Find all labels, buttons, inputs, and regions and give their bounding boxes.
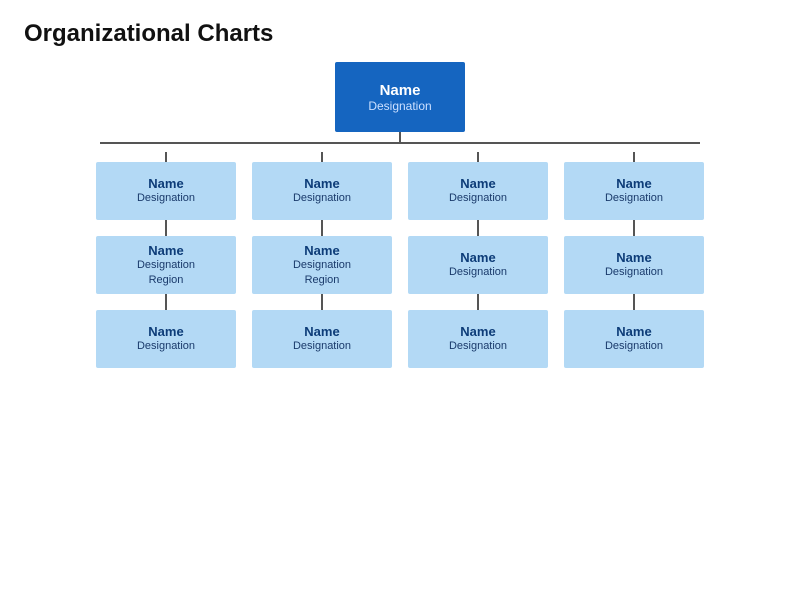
vline-col1-l2-l3 bbox=[165, 294, 167, 310]
col1-level1-box: Name Designation bbox=[96, 162, 236, 220]
top-connector bbox=[90, 132, 710, 152]
col3-l1-name: Name bbox=[460, 176, 495, 191]
page-title: Organizational Charts bbox=[24, 20, 776, 48]
drop-line-col4 bbox=[633, 152, 635, 162]
col4-level2-box: Name Designation bbox=[564, 236, 704, 294]
col2-l2-desig: Designation Region bbox=[293, 258, 351, 287]
column-1: Name Designation Name Designation Region… bbox=[96, 152, 236, 368]
column-3: Name Designation Name Designation Name D… bbox=[408, 152, 548, 368]
col2-l1-name: Name bbox=[304, 176, 339, 191]
vline-col3-l2-l3 bbox=[477, 294, 479, 310]
col4-l2-name: Name bbox=[616, 250, 651, 265]
level1-row: Name Designation Name Designation Region… bbox=[90, 152, 710, 368]
column-4: Name Designation Name Designation Name D… bbox=[564, 152, 704, 368]
col1-level2-box: Name Designation Region bbox=[96, 236, 236, 294]
col3-l3-name: Name bbox=[460, 324, 495, 339]
col3-l2-name: Name bbox=[460, 250, 495, 265]
col2-l3-desig: Designation bbox=[293, 339, 351, 353]
col2-level3-box: Name Designation bbox=[252, 310, 392, 368]
col2-level1-box: Name Designation bbox=[252, 162, 392, 220]
root-box: Name Designation bbox=[335, 62, 465, 132]
vline-col4-l2-l3 bbox=[633, 294, 635, 310]
org-chart: Name Designation Name Designation Name D… bbox=[24, 62, 776, 368]
col1-l1-name: Name bbox=[148, 176, 183, 191]
col2-level2-box: Name Designation Region bbox=[252, 236, 392, 294]
col1-l2-name: Name bbox=[148, 243, 183, 258]
col3-level2-box: Name Designation bbox=[408, 236, 548, 294]
col2-l1-desig: Designation bbox=[293, 191, 351, 205]
col1-l3-desig: Designation bbox=[137, 339, 195, 353]
col1-l2-desig: Designation Region bbox=[137, 258, 195, 287]
drop-line-col3 bbox=[477, 152, 479, 162]
col1-l1-desig: Designation bbox=[137, 191, 195, 205]
col3-level3-box: Name Designation bbox=[408, 310, 548, 368]
vline-col4-l1-l2 bbox=[633, 220, 635, 236]
col4-level1-box: Name Designation bbox=[564, 162, 704, 220]
column-2: Name Designation Name Designation Region… bbox=[252, 152, 392, 368]
col4-l1-name: Name bbox=[616, 176, 651, 191]
col3-level1-box: Name Designation bbox=[408, 162, 548, 220]
col4-level3-box: Name Designation bbox=[564, 310, 704, 368]
col2-l3-name: Name bbox=[304, 324, 339, 339]
col4-l1-desig: Designation bbox=[605, 191, 663, 205]
col1-l3-name: Name bbox=[148, 324, 183, 339]
drop-line-col1 bbox=[165, 152, 167, 162]
col2-l2-name: Name bbox=[304, 243, 339, 258]
col4-l3-name: Name bbox=[616, 324, 651, 339]
vline-col1-l1-l2 bbox=[165, 220, 167, 236]
root-designation: Designation bbox=[368, 99, 431, 113]
col3-l3-desig: Designation bbox=[449, 339, 507, 353]
vline-col2-l2-l3 bbox=[321, 294, 323, 310]
col1-level3-box: Name Designation bbox=[96, 310, 236, 368]
vline-col3-l1-l2 bbox=[477, 220, 479, 236]
vline-col2-l1-l2 bbox=[321, 220, 323, 236]
root-name: Name bbox=[380, 82, 421, 99]
col3-l1-desig: Designation bbox=[449, 191, 507, 205]
col4-l3-desig: Designation bbox=[605, 339, 663, 353]
col3-l2-desig: Designation bbox=[449, 265, 507, 279]
root-column: Name Designation bbox=[335, 62, 465, 132]
drop-line-col2 bbox=[321, 152, 323, 162]
col4-l2-desig: Designation bbox=[605, 265, 663, 279]
